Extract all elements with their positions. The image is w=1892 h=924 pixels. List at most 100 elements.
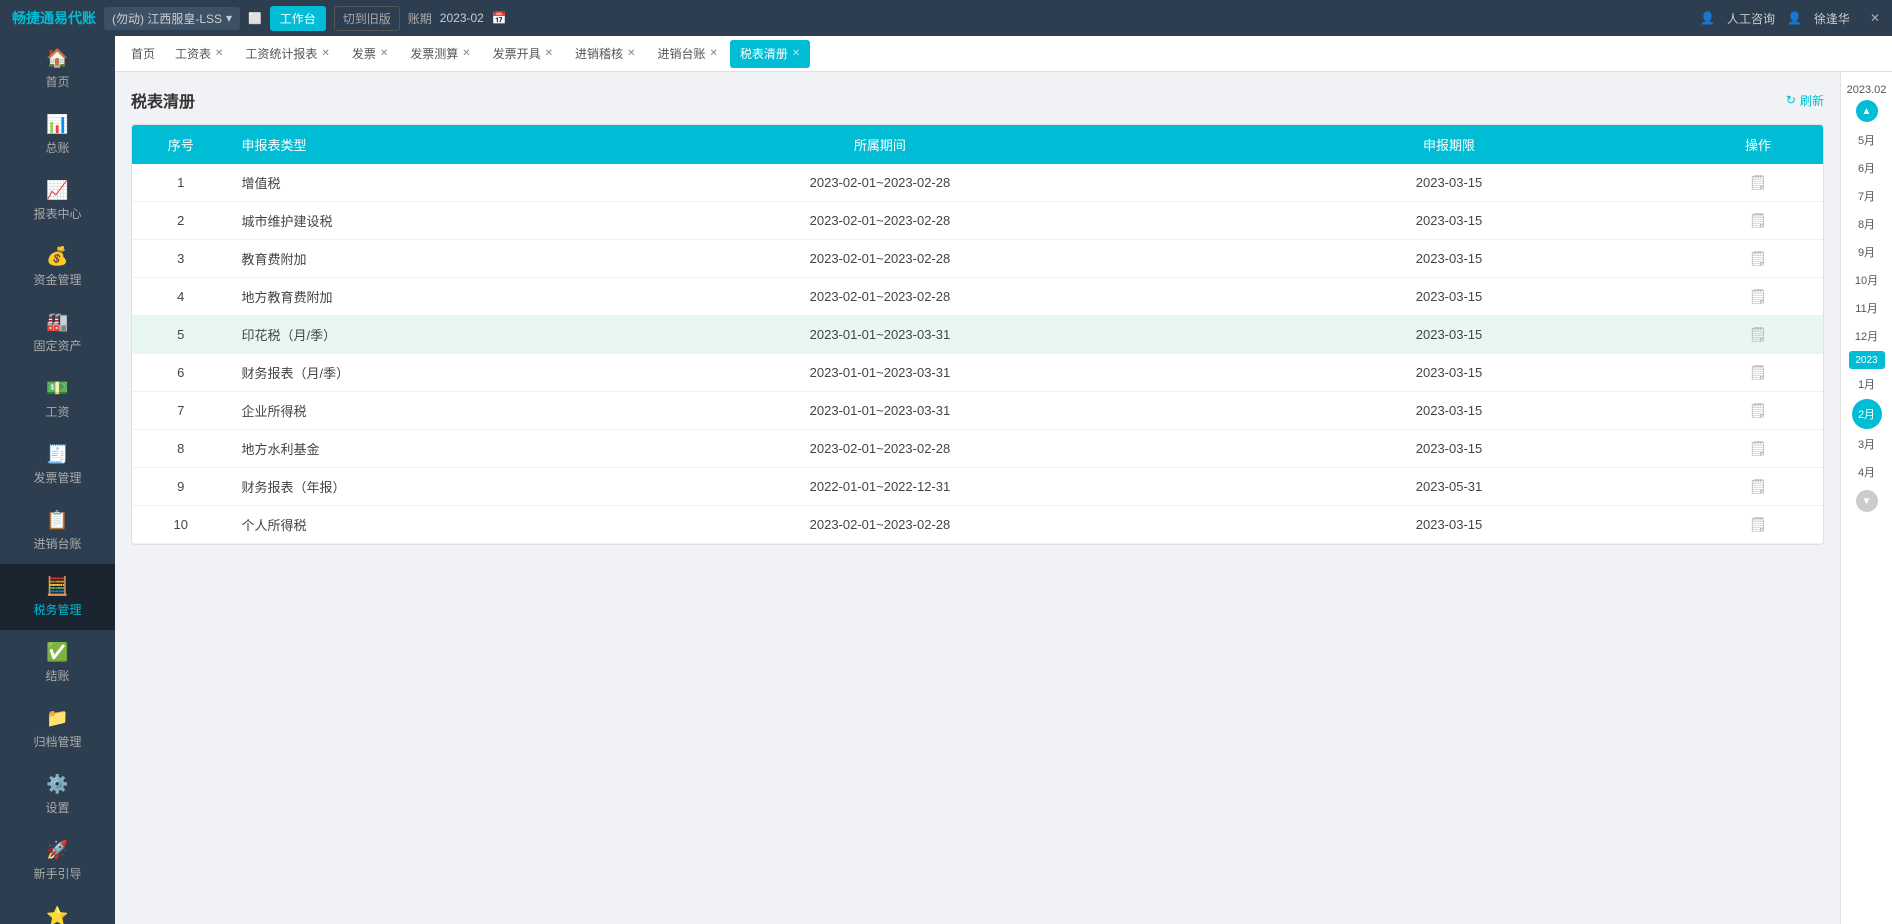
cell-action[interactable]: 🗒 — [1693, 316, 1823, 354]
tab-salary-stats[interactable]: 工资统计报表 ✕ — [235, 40, 339, 68]
cell-action[interactable]: 🗒 — [1693, 506, 1823, 544]
cell-action[interactable]: 🗒 — [1693, 468, 1823, 506]
action-icon[interactable]: 🗒 — [1749, 364, 1767, 380]
tab-invoice[interactable]: 发票 ✕ — [342, 40, 398, 68]
action-icon[interactable]: 🗒 — [1749, 174, 1767, 190]
cell-action[interactable]: 🗒 — [1693, 202, 1823, 240]
action-icon[interactable]: 🗒 — [1749, 478, 1767, 494]
cell-type: 城市维护建设税 — [230, 202, 555, 240]
action-icon[interactable]: 🗒 — [1749, 326, 1767, 342]
sidebar-item-salary[interactable]: 💵 工资 — [0, 366, 115, 432]
tab-purchase-verify-label: 进销稽核 — [575, 45, 623, 62]
sidebar-item-home[interactable]: 🏠 首页 — [0, 36, 115, 102]
support-label[interactable]: 人工咨询 — [1727, 10, 1775, 27]
tab-home[interactable]: 首页 — [123, 45, 163, 62]
table-header-row: 序号 申报表类型 所属期间 申报期限 操作 — [132, 125, 1823, 164]
cell-no: 2 — [132, 202, 230, 240]
workbench-button[interactable]: 工作台 — [270, 6, 326, 31]
action-icon[interactable]: 🗒 — [1749, 288, 1767, 304]
sidebar-label-assets: 固定资产 — [33, 337, 81, 354]
sidebar-item-settings[interactable]: ⚙️ 设置 — [0, 762, 115, 828]
month-11[interactable]: 11月 — [1847, 295, 1887, 321]
cell-period: 2022-01-01~2022-12-31 — [555, 468, 1205, 506]
action-icon[interactable]: 🗒 — [1749, 516, 1767, 532]
sidebar-item-guide[interactable]: 🚀 新手引导 — [0, 828, 115, 894]
action-icon[interactable]: 🗒 — [1749, 250, 1767, 266]
tab-tax-list[interactable]: 税表清册 ✕ — [730, 40, 810, 68]
panel-expand-button[interactable]: ▼ — [1856, 490, 1878, 512]
tab-invoice-open-close[interactable]: ✕ — [545, 48, 553, 59]
cell-no: 4 — [132, 278, 230, 316]
sidebar-item-vip[interactable]: ⭐ 畅会员 — [0, 894, 115, 924]
sidebar-item-tax[interactable]: 🧮 税务管理 — [0, 564, 115, 630]
year-2023-badge: 2023 — [1849, 351, 1885, 369]
period-label: 账期 — [408, 10, 432, 27]
tab-tax-list-close[interactable]: ✕ — [792, 48, 800, 59]
tab-invoice-close[interactable]: ✕ — [380, 48, 388, 59]
action-icon[interactable]: 🗒 — [1749, 440, 1767, 456]
switch-button[interactable]: 切到旧版 — [334, 6, 400, 31]
sidebar-item-capital[interactable]: 💰 资金管理 — [0, 234, 115, 300]
cell-deadline: 2023-03-15 — [1205, 316, 1693, 354]
tab-salary[interactable]: 工资表 ✕ — [165, 40, 233, 68]
sidebar-item-settle[interactable]: ✅ 结账 — [0, 630, 115, 696]
action-icon[interactable]: 🗒 — [1749, 212, 1767, 228]
tab-purchase-verify-close[interactable]: ✕ — [627, 48, 635, 59]
tab-purchase-ledger-close[interactable]: ✕ — [709, 48, 717, 59]
header-right: 👤 人工咨询 👤 徐逢华 ✕ — [1700, 10, 1880, 27]
sidebar-item-invoice[interactable]: 🧾 发票管理 — [0, 432, 115, 498]
cell-deadline: 2023-03-15 — [1205, 164, 1693, 202]
sidebar-item-archive[interactable]: 📁 归档管理 — [0, 696, 115, 762]
close-icon[interactable]: ✕ — [1870, 11, 1880, 25]
cell-action[interactable]: 🗒 — [1693, 278, 1823, 316]
cell-deadline: 2023-03-15 — [1205, 430, 1693, 468]
report-icon: 📈 — [46, 180, 68, 201]
cell-period: 2023-02-01~2023-02-28 — [555, 202, 1205, 240]
page-title-bar: 税表清册 ↻ 刷新 — [131, 88, 1824, 112]
tab-salary-stats-close[interactable]: ✕ — [321, 48, 329, 59]
month-8[interactable]: 8月 — [1847, 211, 1887, 237]
cell-no: 8 — [132, 430, 230, 468]
tab-purchase-ledger[interactable]: 进销台账 ✕ — [647, 40, 727, 68]
month-2-active[interactable]: 2月 — [1852, 399, 1882, 429]
sidebar-item-assets[interactable]: 🏭 固定资产 — [0, 300, 115, 366]
month-7[interactable]: 7月 — [1847, 183, 1887, 209]
cell-action[interactable]: 🗒 — [1693, 240, 1823, 278]
cell-period: 2023-02-01~2023-02-28 — [555, 506, 1205, 544]
sidebar-item-report[interactable]: 📈 报表中心 — [0, 168, 115, 234]
cell-no: 5 — [132, 316, 230, 354]
company-selector[interactable]: (勿动) 江西服皇-LSS ▾ — [104, 7, 240, 30]
month-3[interactable]: 3月 — [1847, 431, 1887, 457]
cell-action[interactable]: 🗒 — [1693, 430, 1823, 468]
panel-collapse-button[interactable]: ▲ — [1856, 100, 1878, 122]
action-icon[interactable]: 🗒 — [1749, 402, 1767, 418]
month-9[interactable]: 9月 — [1847, 239, 1887, 265]
month-10[interactable]: 10月 — [1847, 267, 1887, 293]
user-avatar: 👤 — [1787, 11, 1802, 25]
tab-tax-list-label: 税表清册 — [740, 45, 788, 62]
sidebar-label-guide: 新手引导 — [33, 865, 81, 882]
month-12[interactable]: 12月 — [1847, 323, 1887, 349]
month-5[interactable]: 5月 — [1847, 127, 1887, 153]
sidebar-label-settle: 结账 — [45, 667, 69, 684]
salary-icon: 💵 — [46, 378, 68, 399]
cell-action[interactable]: 🗒 — [1693, 164, 1823, 202]
purchase-icon: 📋 — [46, 510, 68, 531]
sidebar-item-ledger[interactable]: 📊 总账 — [0, 102, 115, 168]
cell-action[interactable]: 🗒 — [1693, 392, 1823, 430]
tab-invoice-check-close[interactable]: ✕ — [462, 48, 470, 59]
tab-invoice-check[interactable]: 发票测算 ✕ — [400, 40, 480, 68]
tab-salary-close[interactable]: ✕ — [215, 48, 223, 59]
cell-action[interactable]: 🗒 — [1693, 354, 1823, 392]
refresh-button[interactable]: ↻ 刷新 — [1786, 92, 1824, 109]
month-1[interactable]: 1月 — [1847, 371, 1887, 397]
main-layout: 🏠 首页 📊 总账 📈 报表中心 💰 资金管理 🏭 固定资产 💵 工资 🧾 发票… — [0, 36, 1892, 924]
tab-purchase-verify[interactable]: 进销稽核 ✕ — [565, 40, 645, 68]
sidebar-item-purchase[interactable]: 📋 进销台账 — [0, 498, 115, 564]
page-title: 税表清册 — [131, 88, 195, 112]
month-4[interactable]: 4月 — [1847, 459, 1887, 485]
ledger-icon: 📊 — [46, 114, 68, 135]
cell-period: 2023-02-01~2023-02-28 — [555, 278, 1205, 316]
tab-invoice-open[interactable]: 发票开具 ✕ — [483, 40, 563, 68]
month-6[interactable]: 6月 — [1847, 155, 1887, 181]
